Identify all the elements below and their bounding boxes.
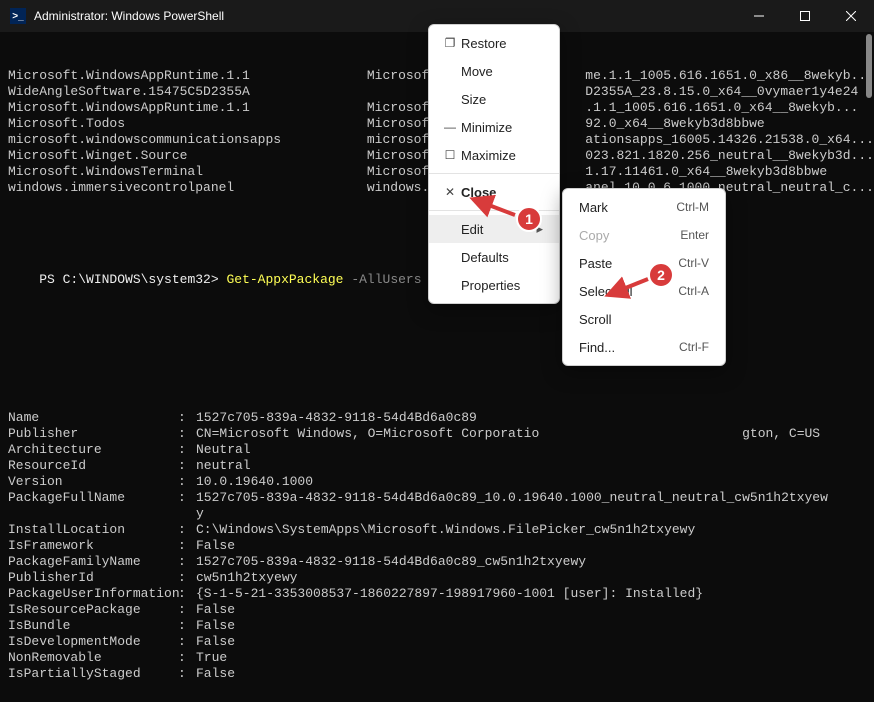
menu-close[interactable]: ✕ Close bbox=[429, 178, 559, 206]
maximize-icon: ☐ bbox=[439, 148, 461, 162]
minimize-button[interactable] bbox=[736, 0, 782, 32]
menu-size[interactable]: Size bbox=[429, 85, 559, 113]
window-controls bbox=[736, 0, 874, 32]
menu-properties[interactable]: Properties bbox=[429, 271, 559, 299]
property-row: y bbox=[8, 506, 866, 522]
prompt-command: Get-AppxPackage bbox=[226, 272, 343, 287]
close-button[interactable] bbox=[828, 0, 874, 32]
menu-maximize[interactable]: ☐ Maximize bbox=[429, 141, 559, 169]
menu-defaults[interactable]: Defaults bbox=[429, 243, 559, 271]
menu-mark[interactable]: Mark Ctrl-M bbox=[563, 193, 725, 221]
menu-paste[interactable]: Paste Ctrl-V bbox=[563, 249, 725, 277]
property-row: IsResourcePackage:False bbox=[8, 602, 866, 618]
annotation-badge-1: 1 bbox=[516, 206, 542, 232]
menu-copy: Copy Enter bbox=[563, 221, 725, 249]
property-row: Publisher:CN=Microsoft Windows, O=Micros… bbox=[8, 426, 866, 442]
restore-icon: ❐ bbox=[439, 36, 461, 50]
menu-scroll[interactable]: Scroll bbox=[563, 305, 725, 333]
prompt-flag: -AllUsers bbox=[351, 272, 421, 287]
property-row: IsPartiallyStaged:False bbox=[8, 666, 866, 682]
window-title: Administrator: Windows PowerShell bbox=[34, 9, 224, 23]
property-row: PackageFullName:1527c705-839a-4832-9118-… bbox=[8, 490, 866, 506]
edit-submenu: Mark Ctrl-M Copy Enter Paste Ctrl-V Sele… bbox=[562, 188, 726, 366]
scrollbar-thumb[interactable] bbox=[866, 34, 872, 98]
powershell-icon: >_ bbox=[10, 8, 26, 24]
menu-restore[interactable]: ❐ Restore bbox=[429, 29, 559, 57]
property-row: IsDevelopmentMode:False bbox=[8, 634, 866, 650]
system-menu: ❐ Restore Move Size — Minimize ☐ Maximiz… bbox=[428, 24, 560, 304]
property-row: IsBundle:False bbox=[8, 618, 866, 634]
property-row: PackageUserInformation:{S-1-5-21-3353008… bbox=[8, 586, 866, 602]
property-row: InstallLocation:C:\Windows\SystemApps\Mi… bbox=[8, 522, 866, 538]
menu-select-all[interactable]: Select All Ctrl-A bbox=[563, 277, 725, 305]
scrollbar[interactable] bbox=[862, 34, 872, 508]
property-row: PublisherId:cw5n1h2txyewy bbox=[8, 570, 866, 586]
menu-find[interactable]: Find... Ctrl-F bbox=[563, 333, 725, 361]
property-row: Architecture:Neutral bbox=[8, 442, 866, 458]
maximize-button[interactable] bbox=[782, 0, 828, 32]
menu-minimize[interactable]: — Minimize bbox=[429, 113, 559, 141]
property-row: Version:10.0.19640.1000 bbox=[8, 474, 866, 490]
property-row: PackageFamilyName:1527c705-839a-4832-911… bbox=[8, 554, 866, 570]
close-icon: ✕ bbox=[439, 185, 461, 199]
property-row: NonRemovable:True bbox=[8, 650, 866, 666]
minimize-icon: — bbox=[439, 120, 461, 134]
menu-separator bbox=[429, 173, 559, 174]
property-row: Name:1527c705-839a-4832-9118-54d4Bd6a0c8… bbox=[8, 410, 866, 426]
annotation-badge-2: 2 bbox=[648, 262, 674, 288]
property-row: ResourceId:neutral bbox=[8, 458, 866, 474]
property-row: IsFramework:False bbox=[8, 538, 866, 554]
prompt-path: PS C:\WINDOWS\system32> bbox=[39, 272, 218, 287]
menu-move[interactable]: Move bbox=[429, 57, 559, 85]
